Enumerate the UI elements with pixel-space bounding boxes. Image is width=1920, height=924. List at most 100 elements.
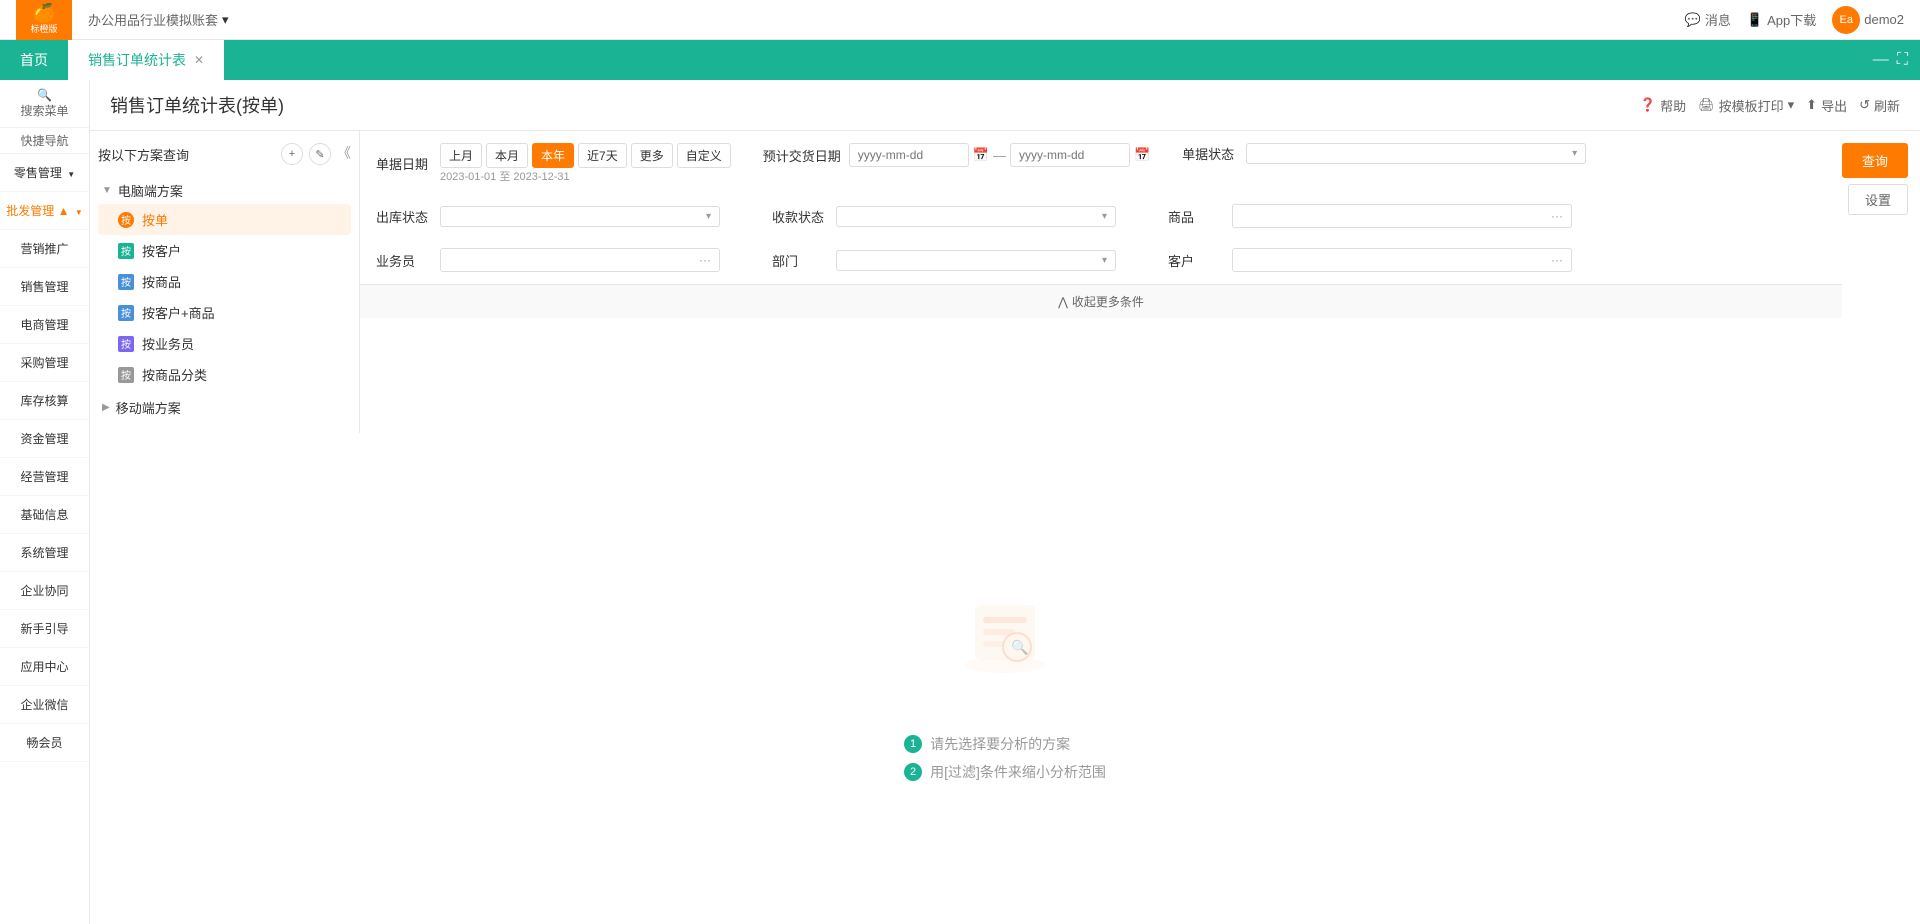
message-icon: 💬 xyxy=(1685,12,1701,28)
template-print-btn[interactable]: 🖨 按模板打印 ▾ xyxy=(1698,96,1794,115)
tab-sales-order-stats[interactable]: 销售订单统计表 ✕ xyxy=(68,40,224,80)
app-center-label: 应用中心 xyxy=(20,660,68,674)
salesperson-select[interactable]: ··· xyxy=(440,248,720,272)
date-btn-this-month[interactable]: 本月 xyxy=(486,143,528,168)
order-status-select[interactable]: ▾ xyxy=(1246,143,1586,164)
filter-row-2: 出库状态 ▾ 收款状态 ▾ xyxy=(360,196,1842,228)
scheme-actions: + ✎ 《 xyxy=(281,143,351,165)
sidebar-item-wholesale[interactable]: 批发管理 ▲ xyxy=(0,192,89,230)
tip-text-2: 用[过滤]条件来缩小分析范围 xyxy=(930,762,1106,782)
sidebar-item-marketing[interactable]: 营销推广 xyxy=(0,230,89,268)
customer-label: 客户 xyxy=(1168,251,1224,270)
home-tab-label: 首页 xyxy=(20,50,48,70)
expected-date-end[interactable] xyxy=(1010,143,1130,167)
topbar: 🍊 标橙版 办公用品行业模拟账套 ▾ 💬 消息 📱 App下载 Ea demo2 xyxy=(0,0,1920,40)
expected-date-inputs: 📅 — 📅 xyxy=(849,143,1150,167)
sidebar-item-ecommerce[interactable]: 电商管理 xyxy=(0,306,89,344)
export-btn[interactable]: ⬆ 导出 xyxy=(1806,96,1847,115)
scheme-collapse-btn[interactable]: 《 xyxy=(337,143,351,165)
app-selector[interactable]: 办公用品行业模拟账套 ▾ xyxy=(80,10,229,29)
message-label: 消息 xyxy=(1705,10,1731,29)
goods-select[interactable]: ··· xyxy=(1232,204,1572,228)
purchase-label: 采购管理 xyxy=(20,356,68,370)
filter-panel: 按以下方案查询 + ✎ 《 ▼ 电脑端方案 按 按单 xyxy=(90,131,1920,433)
system-label: 系统管理 xyxy=(20,546,68,560)
sidebar-search[interactable]: 🔍 搜索菜单 xyxy=(0,80,89,128)
ecommerce-label: 电商管理 xyxy=(20,318,68,332)
scheme-item-by-order[interactable]: 按 按单 xyxy=(98,204,351,235)
scheme-item-by-category[interactable]: 按 按商品分类 xyxy=(98,359,351,390)
more-icon[interactable]: ··· xyxy=(1551,209,1563,223)
sidebar-item-finance[interactable]: 资金管理 xyxy=(0,420,89,458)
window-minimize-btn[interactable]: — xyxy=(1873,51,1889,69)
scheme-add-btn[interactable]: + xyxy=(281,143,303,165)
sidebar-item-cooperation[interactable]: 企业协同 xyxy=(0,572,89,610)
customer-filter: 客户 ··· xyxy=(1168,248,1826,272)
sidebar-item-system[interactable]: 系统管理 xyxy=(0,534,89,572)
window-maximize-btn[interactable]: ⛶ xyxy=(1897,51,1908,69)
close-icon[interactable]: ✕ xyxy=(194,53,204,67)
sidebar-item-basics[interactable]: 基础信息 xyxy=(0,496,89,534)
sidebar-quick-nav[interactable]: 快捷导航 xyxy=(0,128,89,154)
member-label: 畅会员 xyxy=(26,736,62,750)
expected-date-start[interactable] xyxy=(849,143,969,167)
more-icon[interactable]: ··· xyxy=(1551,253,1563,267)
query-btn[interactable]: 查询 xyxy=(1842,143,1908,178)
search-label: 搜索菜单 xyxy=(8,102,81,119)
reset-btn[interactable]: 设置 xyxy=(1848,184,1908,215)
tip-text-1: 请先选择要分析的方案 xyxy=(930,734,1070,754)
date-btn-7days[interactable]: 近7天 xyxy=(578,143,627,168)
filter-section: 单据日期 上月 本月 本年 近7天 更多 自定义 20 xyxy=(360,131,1920,433)
payment-status-label: 收款状态 xyxy=(772,207,828,226)
scheme-group-mobile-header[interactable]: ▶ 移动端方案 xyxy=(98,394,351,421)
chevron-down-icon: ▾ xyxy=(706,211,711,222)
dept-select[interactable]: ▾ xyxy=(836,250,1116,271)
tab-home[interactable]: 首页 xyxy=(0,40,68,80)
user-menu[interactable]: Ea demo2 xyxy=(1832,6,1904,34)
date-btn-this-year[interactable]: 本年 xyxy=(532,143,574,168)
dept-label: 部门 xyxy=(772,251,828,270)
date-btn-more[interactable]: 更多 xyxy=(631,143,673,168)
message-btn[interactable]: 💬 消息 xyxy=(1685,10,1731,29)
logo-text: 标橙版 xyxy=(30,22,57,35)
sidebar-item-operation[interactable]: 经营管理 xyxy=(0,458,89,496)
empty-illustration: 🔍 xyxy=(945,575,1065,714)
operation-label: 经营管理 xyxy=(20,470,68,484)
sidebar-item-member[interactable]: 畅会员 xyxy=(0,724,89,762)
chevron-down-icon: ▾ xyxy=(1572,148,1577,159)
date-divider: — xyxy=(993,148,1006,163)
date-btn-last-month[interactable]: 上月 xyxy=(440,143,482,168)
help-btn[interactable]: ❓ 帮助 xyxy=(1640,96,1686,115)
calendar-start-icon[interactable]: 📅 xyxy=(973,147,989,163)
scheme-item-by-customer-goods[interactable]: 按 按客户+商品 xyxy=(98,297,351,328)
logo: 🍊 标橙版 xyxy=(16,0,72,40)
refresh-btn[interactable]: ↺ 刷新 xyxy=(1859,96,1900,115)
collapse-bar[interactable]: ⋀ 收起更多条件 xyxy=(360,284,1842,318)
ship-status-select[interactable]: ▾ xyxy=(440,206,720,227)
calendar-end-icon[interactable]: 📅 xyxy=(1134,147,1150,163)
scheme-edit-btn[interactable]: ✎ xyxy=(309,143,331,165)
goods-filter: 商品 ··· xyxy=(1168,204,1826,228)
by-goods-label: 按商品 xyxy=(142,272,181,291)
filter-row-1: 单据日期 上月 本月 本年 近7天 更多 自定义 20 xyxy=(360,131,1842,184)
sidebar-item-purchase[interactable]: 采购管理 xyxy=(0,344,89,382)
app-download-btn[interactable]: 📱 App下载 xyxy=(1747,10,1816,29)
scheme-item-by-salesperson[interactable]: 按 按业务员 xyxy=(98,328,351,359)
quick-nav-label: 快捷导航 xyxy=(20,134,68,148)
customer-select[interactable]: ··· xyxy=(1232,248,1572,272)
scheme-header: 按以下方案查询 + ✎ 《 xyxy=(98,139,351,169)
sidebar-item-wechat[interactable]: 企业微信 xyxy=(0,686,89,724)
scheme-item-by-customer[interactable]: 按 按客户 xyxy=(98,235,351,266)
sidebar-item-app-center[interactable]: 应用中心 xyxy=(0,648,89,686)
more-icon[interactable]: ··· xyxy=(699,253,711,267)
payment-status-select[interactable]: ▾ xyxy=(836,206,1116,227)
date-btn-custom[interactable]: 自定义 xyxy=(677,143,731,168)
sidebar-item-inventory[interactable]: 库存核算 xyxy=(0,382,89,420)
scheme-group-desktop-header[interactable]: ▼ 电脑端方案 xyxy=(98,177,351,204)
sidebar-item-retail[interactable]: 零售管理 xyxy=(0,154,89,192)
logo-icon: 🍊 xyxy=(33,4,55,22)
scheme-item-by-goods[interactable]: 按 按商品 xyxy=(98,266,351,297)
sidebar-item-guide[interactable]: 新手引导 xyxy=(0,610,89,648)
guide-label: 新手引导 xyxy=(20,622,68,636)
sidebar-item-sales[interactable]: 销售管理 xyxy=(0,268,89,306)
